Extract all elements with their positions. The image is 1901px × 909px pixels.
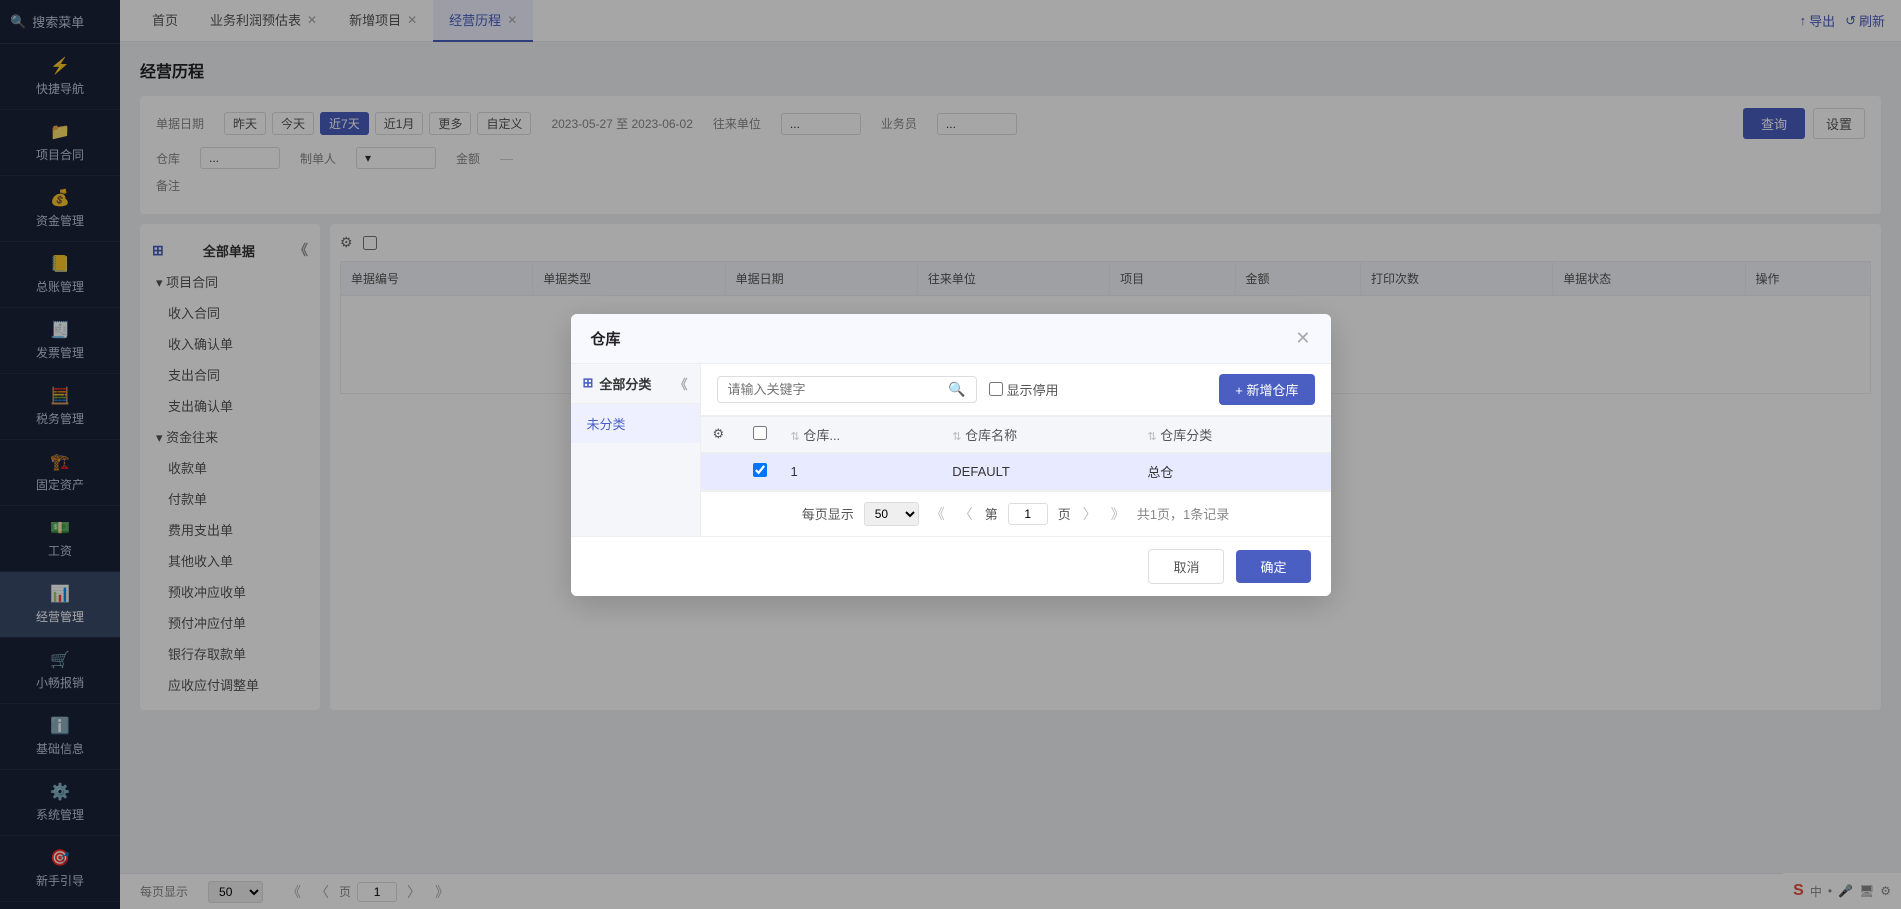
modal-collapse-btn[interactable]: 《 <box>674 374 687 393</box>
modal-search-icon: 🔍 <box>948 381 965 398</box>
table-row[interactable]: 1 DEFAULT 总仓 <box>701 452 1331 490</box>
cell-checkbox <box>741 452 779 490</box>
modal-overlay: 仓库 ✕ ⊞ 全部分类 《 未分类 <box>0 0 1901 909</box>
modal-warehouse-table: ⚙ ⇅ 仓库... ⇅ <box>701 416 1331 491</box>
modal-show-disabled-label[interactable]: 显示停用 <box>989 380 1059 399</box>
cell-code: DEFAULT <box>940 452 1135 490</box>
modal-show-disabled-text: 显示停用 <box>1007 380 1059 399</box>
modal-category-unclassified[interactable]: 未分类 <box>571 404 700 443</box>
modal-page-input[interactable] <box>1008 503 1048 525</box>
modal-add-btn[interactable]: + 新增仓库 <box>1219 374 1314 405</box>
modal-search-wrap: 🔍 <box>717 376 977 403</box>
modal-left-header: ⊞ 全部分类 《 <box>571 364 700 404</box>
cell-name: 总仓 <box>1135 452 1330 490</box>
row-checkbox[interactable] <box>753 463 767 477</box>
modal-select-all[interactable] <box>753 426 767 440</box>
modal-page-suffix: 页 <box>1058 504 1071 523</box>
col-warehouse-index: ⇅ 仓库... <box>779 416 941 452</box>
cell-settings <box>701 452 741 490</box>
modal-page-label: 第 <box>985 504 998 523</box>
sort-icon2: ⇅ <box>952 431 961 443</box>
modal-footer-actions: 取消 确定 <box>571 536 1331 596</box>
modal-toolbar: 🔍 显示停用 + 新增仓库 <box>701 364 1331 416</box>
modal-left-panel: ⊞ 全部分类 《 未分类 <box>571 364 701 536</box>
modal-right-panel: 🔍 显示停用 + 新增仓库 ⚙ <box>701 364 1331 536</box>
modal-page-size-select[interactable]: 50 100 <box>864 502 919 526</box>
col-warehouse-category: ⇅ 仓库分类 <box>1135 416 1330 452</box>
modal-last-page[interactable]: 》 <box>1109 502 1127 526</box>
modal-next-page[interactable]: 〉 <box>1081 502 1099 526</box>
warehouse-modal: 仓库 ✕ ⊞ 全部分类 《 未分类 <box>571 314 1331 596</box>
modal-show-disabled-checkbox[interactable] <box>989 382 1003 396</box>
modal-table-wrap: ⚙ ⇅ 仓库... ⇅ <box>701 416 1331 491</box>
modal-header: 仓库 ✕ <box>571 314 1331 364</box>
modal-title: 仓库 <box>591 328 621 349</box>
modal-search-input[interactable] <box>728 382 943 397</box>
cell-index: 1 <box>779 452 941 490</box>
modal-grid-icon: ⊞ <box>583 375 594 391</box>
modal-cancel-btn[interactable]: 取消 <box>1148 549 1224 584</box>
settings-icon: ⚙ <box>713 426 725 441</box>
modal-prev-page[interactable]: 〈 <box>957 502 975 526</box>
modal-unclassified-label: 未分类 <box>587 417 626 432</box>
modal-footer-pagination: 每页显示 50 100 《 〈 第 页 〉 》 共1页，1条记录 <box>701 491 1331 536</box>
col-settings: ⚙ <box>701 416 741 452</box>
modal-first-page[interactable]: 《 <box>929 502 947 526</box>
modal-total-info: 共1页，1条记录 <box>1137 504 1229 523</box>
sort-icon: ⇅ <box>791 431 800 443</box>
modal-page-size-label: 每页显示 <box>802 504 854 523</box>
col-checkbox <box>741 416 779 452</box>
modal-body: ⊞ 全部分类 《 未分类 🔍 显示停用 <box>571 364 1331 536</box>
sort-icon3: ⇅ <box>1147 431 1156 443</box>
modal-close-btn[interactable]: ✕ <box>1295 329 1310 347</box>
col-warehouse-name: ⇅ 仓库名称 <box>940 416 1135 452</box>
modal-confirm-btn[interactable]: 确定 <box>1236 550 1310 583</box>
modal-all-label: 全部分类 <box>599 374 651 393</box>
